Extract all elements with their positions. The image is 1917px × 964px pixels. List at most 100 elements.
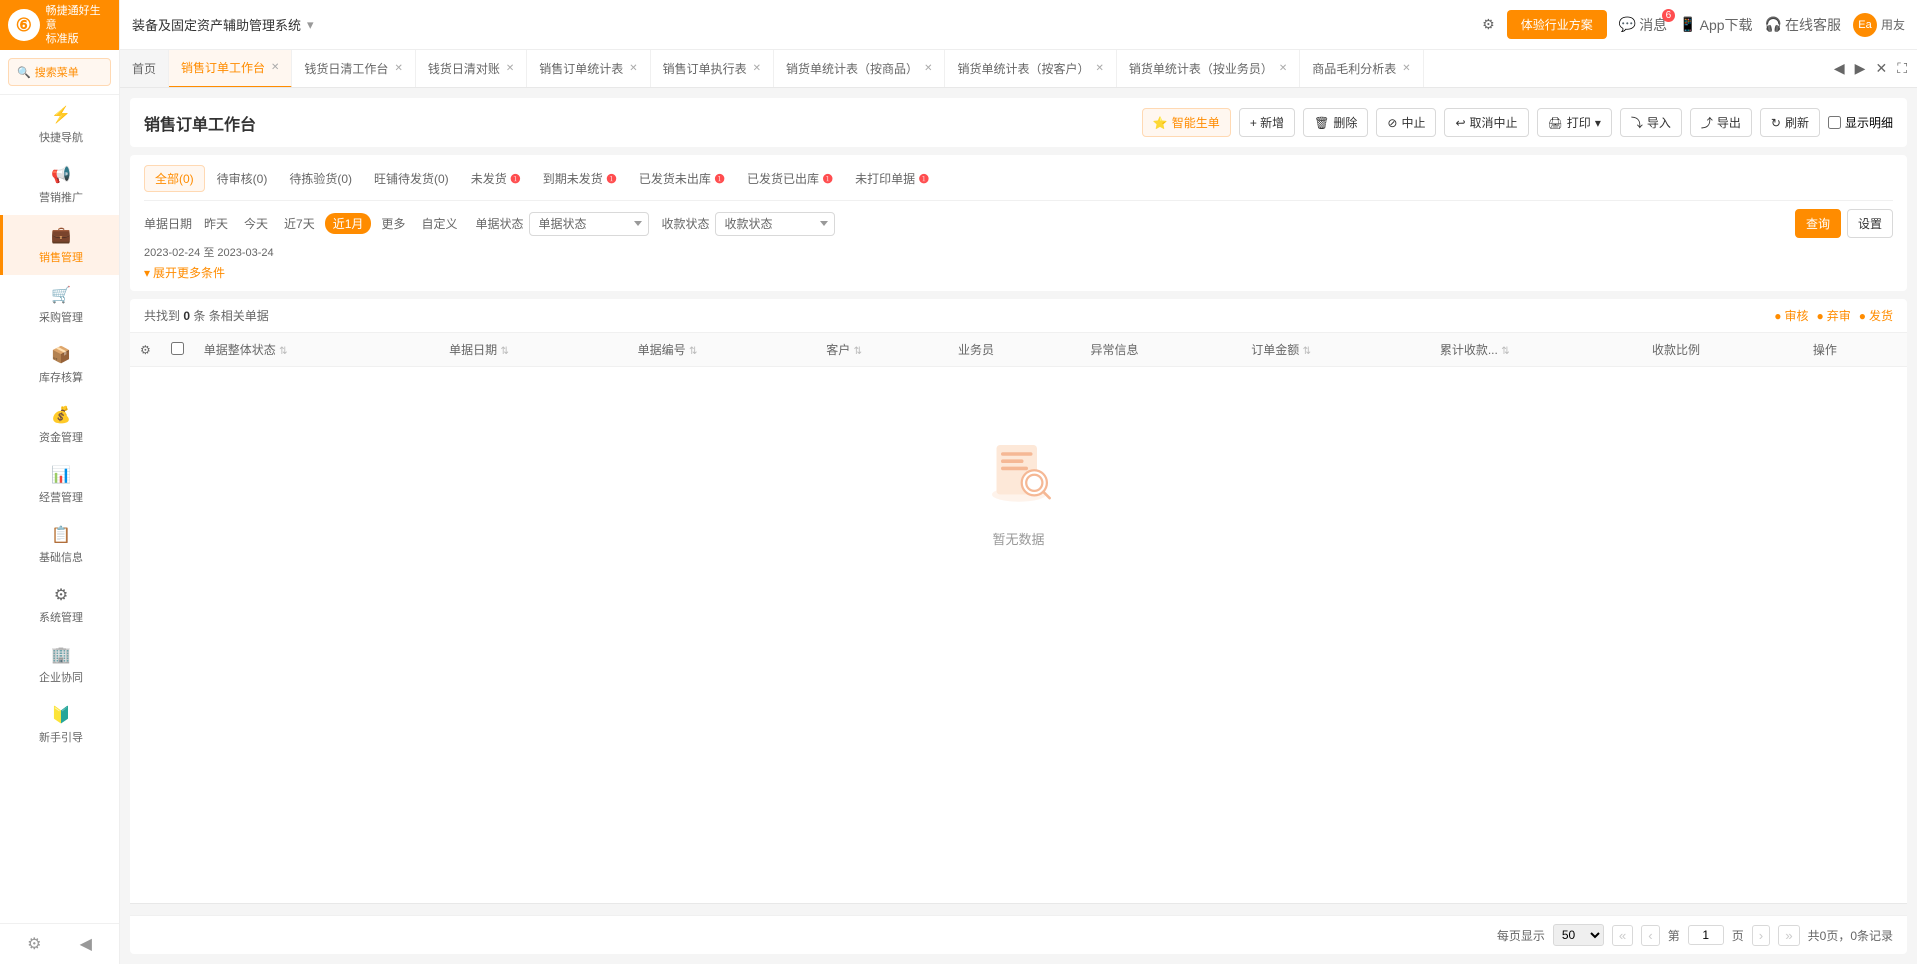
tab-close-cash-daily[interactable]: ✕: [394, 63, 402, 74]
next-page-button[interactable]: ›: [1752, 925, 1770, 946]
review-button[interactable]: ● 审核: [1774, 307, 1808, 324]
status-filter-select[interactable]: 单据状态: [529, 212, 649, 236]
search-menu-button[interactable]: 🔍 搜索菜单: [8, 58, 111, 86]
col-config[interactable]: ⚙: [130, 333, 161, 367]
tab-profit-analysis[interactable]: 商品毛利分析表 ✕: [1300, 50, 1423, 88]
expand-more-button[interactable]: ▾ 展开更多条件: [144, 264, 1893, 281]
sort-status-icon[interactable]: ⇅: [279, 346, 287, 357]
show-detail-checkbox[interactable]: [1828, 116, 1841, 129]
tab-cargo-stat-salesman[interactable]: 销货单统计表（按业务员） ✕: [1117, 50, 1300, 88]
sidebar-item-enterprise[interactable]: 🏢 企业协同: [0, 635, 119, 695]
tab-scroll-right-button[interactable]: ▶: [1851, 56, 1870, 81]
sort-customer-icon[interactable]: ⇅: [854, 346, 862, 357]
sidebar-item-inventory[interactable]: 📦 库存核算: [0, 335, 119, 395]
filter-tab-all[interactable]: 全部(0): [144, 165, 205, 192]
tab-close-sales-workbench[interactable]: ✕: [271, 62, 279, 73]
date-btn-yesterday[interactable]: 昨天: [198, 213, 234, 234]
col-checkbox[interactable]: [161, 333, 194, 367]
tab-close-sales-stat[interactable]: ✕: [629, 63, 637, 74]
date-btn-custom[interactable]: 自定义: [415, 213, 463, 234]
export-button[interactable]: ⤴ 导出: [1690, 108, 1752, 137]
filter-tab-shipped-out[interactable]: 已发货已出库 ❶: [737, 166, 843, 191]
delete-button[interactable]: 🗑 删除: [1303, 108, 1368, 137]
import-button[interactable]: ⤵ 导入: [1620, 108, 1682, 137]
tab-cash-reconcile[interactable]: 钱货日清对账 ✕: [416, 50, 527, 88]
filter-tab-wangpu-pending[interactable]: 旺铺待发货(0): [364, 166, 459, 191]
filter-tab-expired-not-shipped[interactable]: 到期未发货 ❶: [533, 166, 627, 191]
unreviewed-button[interactable]: ● 弃审: [1816, 307, 1850, 324]
settings-button[interactable]: ⚙: [27, 934, 41, 954]
tab-sales-workbench[interactable]: 销售订单工作台 ✕: [169, 50, 292, 88]
per-page-select[interactable]: 50 10 20 100: [1553, 924, 1604, 946]
tab-cargo-stat-product[interactable]: 销货单统计表（按商品） ✕: [774, 50, 945, 88]
sidebar-item-marketing[interactable]: 📢 营销推广: [0, 155, 119, 215]
date-btn-today[interactable]: 今天: [238, 213, 274, 234]
date-btn-1month[interactable]: 近1月: [325, 213, 372, 234]
sort-amount-icon[interactable]: ⇅: [1303, 346, 1311, 357]
tab-sales-stat[interactable]: 销售订单统计表 ✕: [527, 50, 650, 88]
tab-home[interactable]: 首页: [120, 50, 169, 88]
date-btn-7days[interactable]: 近7天: [278, 213, 321, 234]
sidebar-item-guide[interactable]: 🔰 新手引导: [0, 695, 119, 755]
filter-settings-button[interactable]: 设置: [1847, 209, 1893, 238]
show-detail-checkbox-label[interactable]: 显示明细: [1828, 114, 1893, 131]
filter-tab-pending-review[interactable]: 待审核(0): [207, 166, 278, 191]
tab-close-cash-reconcile[interactable]: ✕: [506, 63, 514, 74]
message-button[interactable]: 💬 消息 6: [1619, 15, 1667, 35]
tab-close-sales-exec[interactable]: ✕: [753, 63, 761, 74]
last-page-button[interactable]: »: [1778, 925, 1799, 946]
sort-date-icon[interactable]: ⇅: [500, 346, 508, 357]
query-button[interactable]: 查询: [1795, 209, 1841, 238]
first-page-button[interactable]: «: [1612, 925, 1633, 946]
filter-tabs: 全部(0) 待审核(0) 待拣验货(0) 旺铺待发货(0) 未发货 ❶ 到期未发…: [144, 165, 1893, 201]
page-number-input[interactable]: [1688, 925, 1724, 945]
ship-button[interactable]: ● 发货: [1859, 307, 1893, 324]
tab-sales-exec[interactable]: 销售订单执行表 ✕: [651, 50, 774, 88]
filter-tab-not-printed[interactable]: 未打印单据 ❶: [845, 166, 939, 191]
select-all-checkbox[interactable]: [171, 342, 184, 355]
date-btn-more[interactable]: 更多: [375, 213, 411, 234]
table-scroll-area[interactable]: ⚙ 单据整体状态 ⇅ 单据日期 ⇅: [130, 333, 1907, 903]
tab-cash-daily[interactable]: 钱货日清工作台 ✕: [292, 50, 415, 88]
tab-close-all-button[interactable]: ✕: [1871, 56, 1891, 81]
filter-tab-shipped-not-in[interactable]: 已发货未出库 ❶: [629, 166, 735, 191]
sidebar-item-quick-nav[interactable]: ⚡ 快捷导航: [0, 95, 119, 155]
collapse-sidebar-button[interactable]: ◀: [80, 934, 92, 954]
sidebar-item-operations[interactable]: 📊 经营管理: [0, 455, 119, 515]
filter-tab-pending-inspection[interactable]: 待拣验货(0): [279, 166, 362, 191]
app-download-button[interactable]: 📱 App下载: [1679, 15, 1752, 35]
settings-gear-button[interactable]: ⚙: [1482, 16, 1495, 33]
system-dropdown-button[interactable]: ▾: [307, 17, 314, 33]
tab-close-cargo-stat-customer[interactable]: ✕: [1095, 63, 1103, 74]
sort-collected-icon[interactable]: ⇅: [1501, 346, 1509, 357]
smart-generate-button[interactable]: ⭐ 智能生单: [1142, 108, 1231, 137]
tab-close-cargo-stat-salesman[interactable]: ✕: [1279, 63, 1287, 74]
horizontal-scrollbar[interactable]: [130, 903, 1907, 915]
sidebar-item-sales[interactable]: 💼 销售管理: [0, 215, 119, 275]
print-button[interactable]: 🖨 打印 ▾: [1537, 108, 1612, 137]
operations-icon: 📊: [51, 465, 71, 485]
tab-close-cargo-stat-product[interactable]: ✕: [924, 63, 932, 74]
tabbar: 首页 销售订单工作台 ✕ 钱货日清工作台 ✕ 钱货日清对账 ✕ 销售订单统计表 …: [120, 50, 1917, 88]
stop-button[interactable]: ⊘ 中止: [1376, 108, 1436, 137]
add-button[interactable]: + 新增: [1239, 108, 1295, 137]
payment-filter-select[interactable]: 收款状态: [715, 212, 835, 236]
sidebar-item-basic-info[interactable]: 📋 基础信息: [0, 515, 119, 575]
online-support-button[interactable]: 🎧 在线客服: [1765, 15, 1841, 35]
sidebar-item-system[interactable]: ⚙ 系统管理: [0, 575, 119, 635]
sidebar-item-finance[interactable]: 💰 资金管理: [0, 395, 119, 455]
filter-date-item: 单据日期 昨天 今天 近7天 近1月 更多 自定义: [144, 213, 463, 234]
tab-scroll-left-button[interactable]: ◀: [1830, 56, 1849, 81]
prev-page-button[interactable]: ‹: [1641, 925, 1659, 946]
tab-fullscreen-button[interactable]: ⛶: [1893, 56, 1911, 81]
solution-button[interactable]: 体验行业方案: [1507, 10, 1607, 39]
filter-tab-not-shipped[interactable]: 未发货 ❶: [461, 166, 531, 191]
tab-close-profit-analysis[interactable]: ✕: [1402, 63, 1410, 74]
user-menu-button[interactable]: Ea 用友: [1853, 13, 1905, 37]
sort-number-icon[interactable]: ⇅: [689, 346, 697, 357]
cancel-stop-button[interactable]: ↩ 取消中止: [1444, 108, 1528, 137]
sidebar-item-purchase[interactable]: 🛒 采购管理: [0, 275, 119, 335]
refresh-button[interactable]: ↻ 刷新: [1760, 108, 1820, 137]
star-icon: ⭐: [1153, 116, 1168, 130]
tab-cargo-stat-customer[interactable]: 销货单统计表（按客户） ✕: [945, 50, 1116, 88]
